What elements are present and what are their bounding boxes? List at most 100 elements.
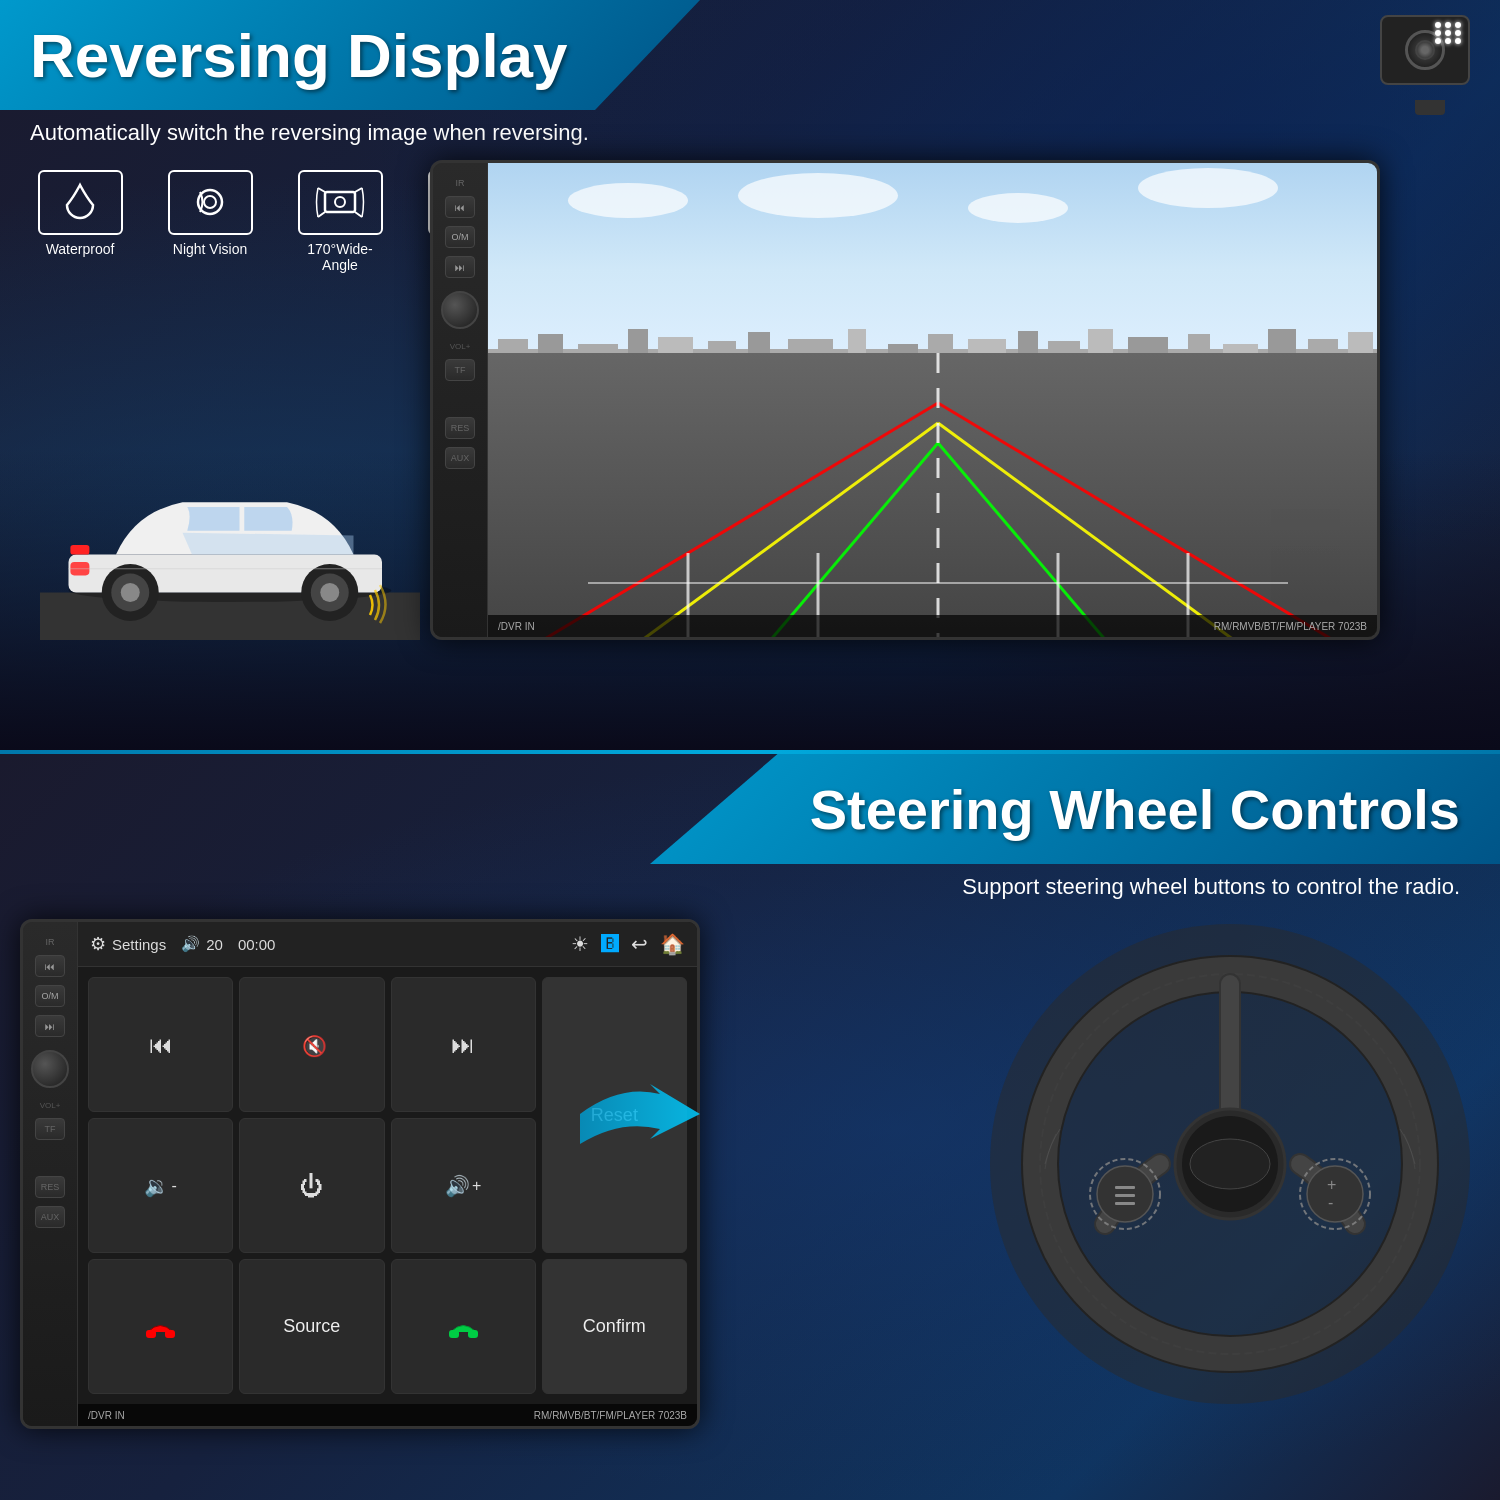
- guide-lines-svg: [488, 353, 1377, 637]
- screen-bottom-bar-bottom: /DVR IN RM/RMVB/BT/FM/PLAYER 7023B: [78, 1404, 697, 1426]
- svg-rect-19: [70, 545, 89, 555]
- dvr-label-bottom: /DVR IN: [88, 1410, 125, 1421]
- night-vision-label: Night Vision: [173, 241, 247, 257]
- volume-knob-bottom[interactable]: [31, 1050, 69, 1088]
- prev-btn-bottom[interactable]: ⏮: [35, 955, 65, 977]
- vol-down-button[interactable]: 🔉-: [88, 1118, 233, 1253]
- vol-label-top: VOL+: [450, 342, 471, 351]
- aux-btn-bottom[interactable]: AUX: [35, 1206, 65, 1228]
- confirm-button[interactable]: Confirm: [542, 1259, 687, 1394]
- mute-button[interactable]: 🔇: [239, 977, 384, 1112]
- vol-up-button[interactable]: 🔊+: [391, 1118, 536, 1253]
- hang-up-button[interactable]: [88, 1259, 233, 1394]
- prev-btn-top[interactable]: ⏮: [445, 196, 475, 218]
- svg-rect-57: [165, 1330, 175, 1338]
- home-icon[interactable]: 🏠: [660, 932, 685, 956]
- camera-leds: [1435, 22, 1463, 44]
- time-item: 00:00: [238, 936, 276, 953]
- time-value: 00:00: [238, 936, 276, 953]
- feature-night-vision: Night Vision: [160, 170, 260, 257]
- steering-wheel-container: + -: [980, 914, 1480, 1414]
- svg-rect-70: [1115, 1194, 1135, 1197]
- wide-angle-label: 170°Wide-Angle: [290, 241, 390, 273]
- camera-led: [1455, 30, 1461, 36]
- radar-waves: [310, 565, 390, 625]
- res-btn-bottom[interactable]: RES: [35, 1176, 65, 1198]
- source-button[interactable]: Source: [239, 1259, 384, 1394]
- camera-led: [1445, 38, 1451, 44]
- next-track-button[interactable]: ⏭: [391, 977, 536, 1112]
- svg-rect-58: [449, 1330, 459, 1338]
- svg-rect-69: [1115, 1186, 1135, 1189]
- camera-led: [1445, 30, 1451, 36]
- bottom-header-banner: Steering Wheel Controls: [650, 754, 1500, 864]
- wide-angle-icon: [310, 180, 370, 225]
- camera-led: [1435, 22, 1441, 28]
- feature-waterproof: Waterproof: [30, 170, 130, 257]
- camera-mount: [1415, 100, 1445, 115]
- power-button[interactable]: ⏻: [239, 1118, 384, 1253]
- road-surface: [488, 353, 1377, 637]
- wide-angle-icon-box: [298, 170, 383, 235]
- confirm-label: Confirm: [583, 1316, 646, 1337]
- cloud-4: [1138, 168, 1278, 208]
- call-icon: [446, 1314, 481, 1339]
- steering-wheel-svg: + -: [980, 914, 1480, 1414]
- volume-item: 🔊 20: [181, 935, 223, 953]
- device-screen-top: /DVR IN RM/RMVB/BT/FM/PLAYER 7023B: [488, 163, 1377, 637]
- ir-label: IR: [456, 178, 465, 188]
- svg-rect-2: [325, 192, 355, 212]
- screen-dvr-label: /DVR IN: [498, 621, 535, 632]
- svg-point-73: [1307, 1166, 1363, 1222]
- top-section: Reversing Display Automatically switch t…: [0, 0, 1500, 750]
- settings-gear-icon: ⚙: [90, 933, 106, 955]
- prev-track-button[interactable]: ⏮: [88, 977, 233, 1112]
- svg-line-48: [938, 443, 1108, 637]
- volume-knob-top[interactable]: [441, 291, 479, 329]
- svg-rect-59: [468, 1330, 478, 1338]
- next-btn-bottom[interactable]: ⏭: [35, 1015, 65, 1037]
- call-button[interactable]: [391, 1259, 536, 1394]
- settings-label: Settings: [112, 936, 166, 953]
- button-grid: ⏮ 🔇 ⏭ Reset 🔉-: [78, 967, 697, 1404]
- vol-label-bottom: VOL+: [40, 1101, 61, 1110]
- tf-btn-bottom[interactable]: TF: [35, 1118, 65, 1140]
- svg-point-66: [1190, 1139, 1270, 1189]
- waterproof-icon: [55, 180, 105, 225]
- camera-led: [1445, 22, 1451, 28]
- om-btn-bottom[interactable]: O/M: [35, 985, 65, 1007]
- aux-btn-top[interactable]: AUX: [445, 447, 475, 469]
- car-image: [40, 450, 400, 670]
- tf-btn-top[interactable]: TF: [445, 359, 475, 381]
- next-btn-top[interactable]: ⏭: [445, 256, 475, 278]
- back-icon[interactable]: ↩: [631, 932, 648, 956]
- reversing-display-subtitle: Automatically switch the reversing image…: [30, 120, 589, 146]
- camera-led: [1435, 30, 1441, 36]
- blue-arrow: [570, 1084, 700, 1184]
- mute-icon: 🔇: [297, 1030, 327, 1060]
- svg-line-43: [538, 403, 938, 637]
- svg-point-1: [204, 196, 216, 208]
- volume-icon: 🔊: [181, 935, 200, 953]
- device-controls-left-bottom: IR ⏮ O/M ⏭ VOL+ TF RES AUX: [23, 922, 78, 1426]
- bluetooth-icon: 🅱: [601, 934, 619, 955]
- model-label-bottom: RM/RMVB/BT/FM/PLAYER 7023B: [534, 1410, 687, 1421]
- settings-item[interactable]: ⚙ Settings: [90, 933, 166, 955]
- screen-bottom-bar-top: /DVR IN RM/RMVB/BT/FM/PLAYER 7023B: [488, 615, 1377, 637]
- cloud-2: [738, 173, 898, 218]
- om-btn-top[interactable]: O/M: [445, 226, 475, 248]
- svg-text:🔇: 🔇: [302, 1034, 327, 1058]
- arrow-svg: [570, 1084, 700, 1184]
- res-btn-top[interactable]: RES: [445, 417, 475, 439]
- camera-body: [1380, 15, 1470, 85]
- svg-point-14: [121, 583, 140, 602]
- waterproof-icon-box: [38, 170, 123, 235]
- svg-text:-: -: [1328, 1194, 1333, 1211]
- svg-line-47: [768, 443, 938, 637]
- svg-point-3: [335, 197, 345, 207]
- cloud-3: [968, 193, 1068, 223]
- brightness-icon: ☀: [571, 932, 589, 956]
- svg-line-46: [938, 423, 1238, 637]
- svg-line-44: [938, 403, 1338, 637]
- feature-wide-angle: 170°Wide-Angle: [290, 170, 390, 273]
